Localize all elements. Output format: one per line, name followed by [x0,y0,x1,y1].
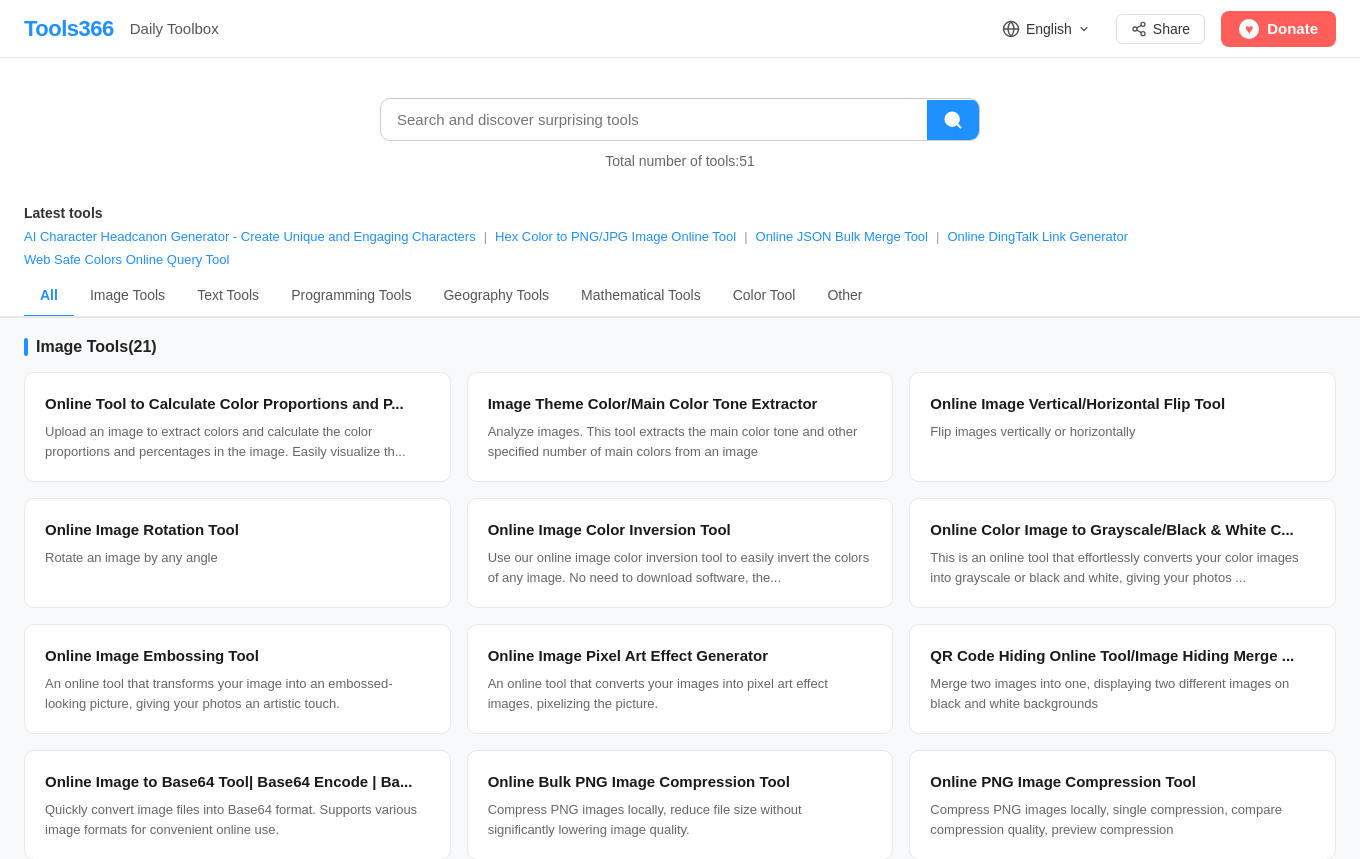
separator-1: | [484,229,487,244]
tab-image-tools[interactable]: Image Tools [74,275,181,318]
tool-card-desc: Quickly convert image files into Base64 … [45,800,430,839]
globe-icon [1002,20,1020,38]
tool-card-desc: Use our online image color inversion too… [488,548,873,587]
search-input[interactable] [381,99,927,140]
tool-card[interactable]: Online Image Pixel Art Effect Generator … [467,624,894,734]
tool-card-title: QR Code Hiding Online Tool/Image Hiding … [930,645,1315,666]
chevron-down-icon [1078,23,1090,35]
latest-link-4[interactable]: Web Safe Colors Online Query Tool [24,252,229,267]
tool-card-desc: An online tool that converts your images… [488,674,873,713]
tab-geography-tools[interactable]: Geography Tools [427,275,565,318]
tool-card-title: Image Theme Color/Main Color Tone Extrac… [488,393,873,414]
tab-mathematical-tools[interactable]: Mathematical Tools [565,275,717,318]
search-button[interactable] [927,100,979,140]
donate-label: Donate [1267,20,1318,37]
tool-card-title: Online PNG Image Compression Tool [930,771,1315,792]
tool-card[interactable]: Online Color Image to Grayscale/Black & … [909,498,1336,608]
section-title: Image Tools(21) [24,338,1336,356]
tool-card-desc: Compress PNG images locally, reduce file… [488,800,873,839]
header-left: Tools366 Daily Toolbox [24,16,219,42]
language-button[interactable]: English [992,14,1100,44]
latest-link-2[interactable]: Online JSON Bulk Merge Tool [756,229,928,244]
tab-color-tool[interactable]: Color Tool [717,275,812,318]
share-label: Share [1153,21,1190,37]
tool-card[interactable]: Image Theme Color/Main Color Tone Extrac… [467,372,894,482]
tool-card-desc: Merge two images into one, displaying tw… [930,674,1315,713]
latest-links: AI Character Headcanon Generator - Creat… [24,229,1336,267]
header: Tools366 Daily Toolbox English Share ♥ [0,0,1360,58]
donate-button[interactable]: ♥ Donate [1221,11,1336,47]
tool-card-title: Online Image Embossing Tool [45,645,430,666]
tool-card-title: Online Tool to Calculate Color Proportio… [45,393,430,414]
latest-link-0[interactable]: AI Character Headcanon Generator - Creat… [24,229,476,244]
search-box [380,98,980,141]
tool-card-desc: Flip images vertically or horizontally [930,422,1315,442]
tool-card-desc: Upload an image to extract colors and ca… [45,422,430,461]
svg-line-5 [1137,30,1142,33]
tool-card-desc: Analyze images. This tool extracts the m… [488,422,873,461]
tool-card[interactable]: QR Code Hiding Online Tool/Image Hiding … [909,624,1336,734]
header-right: English Share ♥ Donate [992,11,1336,47]
tool-card-title: Online Image Color Inversion Tool [488,519,873,540]
tool-card[interactable]: Online Image Rotation Tool Rotate an ima… [24,498,451,608]
tool-grid: Online Tool to Calculate Color Proportio… [24,372,1336,859]
tool-card-title: Online Color Image to Grayscale/Black & … [930,519,1315,540]
tool-card[interactable]: Online Image Color Inversion Tool Use ou… [467,498,894,608]
search-area: Total number of tools:51 [0,58,1360,189]
separator-2: | [744,229,747,244]
tab-other[interactable]: Other [811,275,878,318]
tool-card-desc: An online tool that transforms your imag… [45,674,430,713]
svg-line-6 [1137,25,1142,28]
daily-toolbox-label: Daily Toolbox [130,20,219,37]
svg-line-8 [957,123,961,127]
tool-card[interactable]: Online Bulk PNG Image Compression Tool C… [467,750,894,859]
tool-card[interactable]: Online PNG Image Compression Tool Compre… [909,750,1336,859]
latest-link-1[interactable]: Hex Color to PNG/JPG Image Online Tool [495,229,736,244]
tool-card-title: Online Image to Base64 Tool| Base64 Enco… [45,771,430,792]
tool-card-desc: Rotate an image by any angle [45,548,430,568]
latest-label: Latest tools [24,205,1336,221]
latest-link-3[interactable]: Online DingTalk Link Generator [947,229,1128,244]
tool-card-title: Online Bulk PNG Image Compression Tool [488,771,873,792]
tabs: All Image Tools Text Tools Programming T… [0,275,1360,318]
tab-programming-tools[interactable]: Programming Tools [275,275,427,318]
logo[interactable]: Tools366 [24,16,114,42]
tool-card[interactable]: Online Image Embossing Tool An online to… [24,624,451,734]
tool-card-title: Online Image Pixel Art Effect Generator [488,645,873,666]
tool-card[interactable]: Online Image to Base64 Tool| Base64 Enco… [24,750,451,859]
total-tools-label: Total number of tools:51 [605,153,754,169]
separator-3: | [936,229,939,244]
tool-card[interactable]: Online Image Vertical/Horizontal Flip To… [909,372,1336,482]
language-label: English [1026,21,1072,37]
latest-section: Latest tools AI Character Headcanon Gene… [0,189,1360,275]
tab-all[interactable]: All [24,275,74,318]
share-icon [1131,21,1147,37]
tool-card-desc: This is an online tool that effortlessly… [930,548,1315,587]
tool-card-desc: Compress PNG images locally, single comp… [930,800,1315,839]
main-content: Image Tools(21) Online Tool to Calculate… [0,318,1360,859]
tool-card-title: Online Image Vertical/Horizontal Flip To… [930,393,1315,414]
tool-card[interactable]: Online Tool to Calculate Color Proportio… [24,372,451,482]
share-button[interactable]: Share [1116,14,1205,44]
tab-text-tools[interactable]: Text Tools [181,275,275,318]
tool-card-title: Online Image Rotation Tool [45,519,430,540]
kofi-icon: ♥ [1239,19,1259,39]
search-icon [943,110,963,130]
